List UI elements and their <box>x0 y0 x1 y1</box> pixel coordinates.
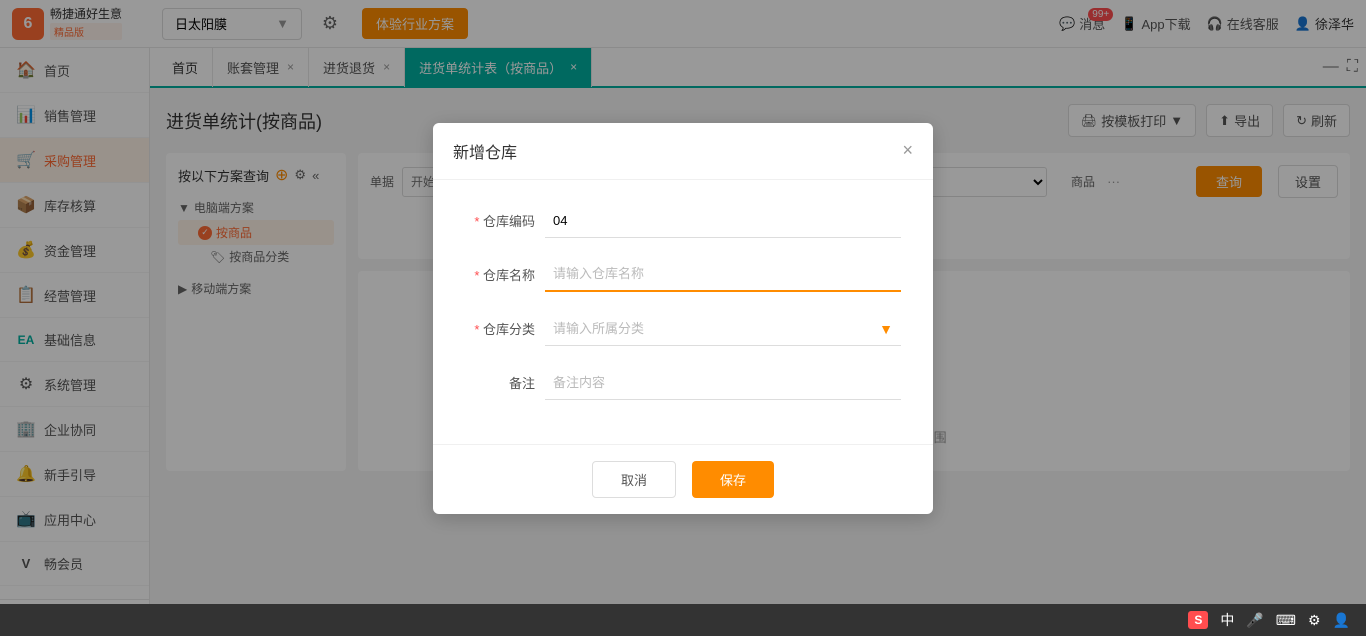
add-warehouse-dialog: 新增仓库 × 仓库编码 仓库名称 仓库分类 请输入所属分类 ▼ <box>433 123 933 514</box>
warehouse-category-row: 仓库分类 请输入所属分类 ▼ <box>465 312 901 346</box>
mic-icon: 🎤 <box>1246 612 1263 629</box>
settings-status-icon: ⚙ <box>1308 612 1321 629</box>
save-button[interactable]: 保存 <box>692 461 774 498</box>
warehouse-category-label: 仓库分类 <box>465 319 545 338</box>
warehouse-note-label: 备注 <box>465 373 545 392</box>
dialog-header: 新增仓库 × <box>433 123 933 180</box>
warehouse-note-input[interactable] <box>545 366 901 400</box>
warehouse-category-select-wrap: 请输入所属分类 ▼ <box>545 312 901 346</box>
cancel-button[interactable]: 取消 <box>592 461 676 498</box>
dialog-close-button[interactable]: × <box>902 140 913 161</box>
chinese-input-icon: 中 <box>1220 610 1234 630</box>
warehouse-code-input[interactable] <box>545 204 901 238</box>
dialog-title: 新增仓库 <box>453 139 517 163</box>
warehouse-name-input[interactable] <box>545 258 901 292</box>
dialog-body: 仓库编码 仓库名称 仓库分类 请输入所属分类 ▼ 备注 <box>433 180 933 444</box>
dialog-footer: 取消 保存 <box>433 444 933 514</box>
warehouse-code-label: 仓库编码 <box>465 211 545 230</box>
warehouse-note-row: 备注 <box>465 366 901 400</box>
user-status-icon: 👤 <box>1333 612 1350 629</box>
warehouse-category-select[interactable]: 请输入所属分类 <box>545 312 901 346</box>
warehouse-name-label: 仓库名称 <box>465 265 545 284</box>
keyboard-icon: ⌨ <box>1276 612 1296 629</box>
modal-overlay[interactable]: 新增仓库 × 仓库编码 仓库名称 仓库分类 请输入所属分类 ▼ <box>0 0 1366 636</box>
warehouse-code-row: 仓库编码 <box>465 204 901 238</box>
s-logo: S <box>1188 611 1208 629</box>
warehouse-name-row: 仓库名称 <box>465 258 901 292</box>
status-bar: S 中 🎤 ⌨ ⚙ 👤 <box>0 604 1366 636</box>
